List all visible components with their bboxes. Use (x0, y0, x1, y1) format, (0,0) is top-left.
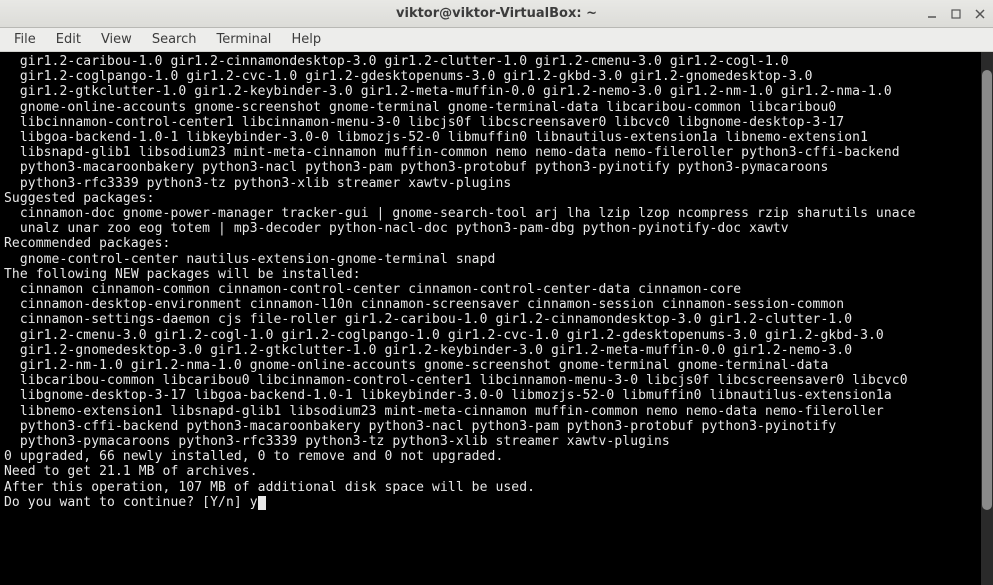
terminal-viewport[interactable]: gir1.2-caribou-1.0 gir1.2-cinnamondeskto… (0, 52, 993, 585)
terminal-scrollbar-track[interactable] (981, 52, 993, 585)
terminal-cursor (258, 496, 266, 510)
window-controls (925, 7, 987, 21)
menu-terminal[interactable]: Terminal (206, 30, 281, 49)
menu-view[interactable]: View (91, 30, 142, 49)
window-title: viktor@viktor-VirtualBox: ~ (396, 6, 597, 21)
menu-search[interactable]: Search (142, 30, 207, 49)
terminal-scrollbar-thumb[interactable] (982, 70, 992, 510)
window-maximize-button[interactable] (949, 7, 963, 21)
menu-help[interactable]: Help (281, 30, 331, 49)
menu-edit[interactable]: Edit (46, 30, 91, 49)
terminal-output: gir1.2-caribou-1.0 gir1.2-cinnamondeskto… (0, 52, 993, 514)
window-minimize-button[interactable] (925, 7, 939, 21)
menu-file[interactable]: File (4, 30, 46, 49)
menu-bar: File Edit View Search Terminal Help (0, 28, 993, 52)
window-close-button[interactable] (973, 7, 987, 21)
window-title-bar: viktor@viktor-VirtualBox: ~ (0, 0, 993, 28)
